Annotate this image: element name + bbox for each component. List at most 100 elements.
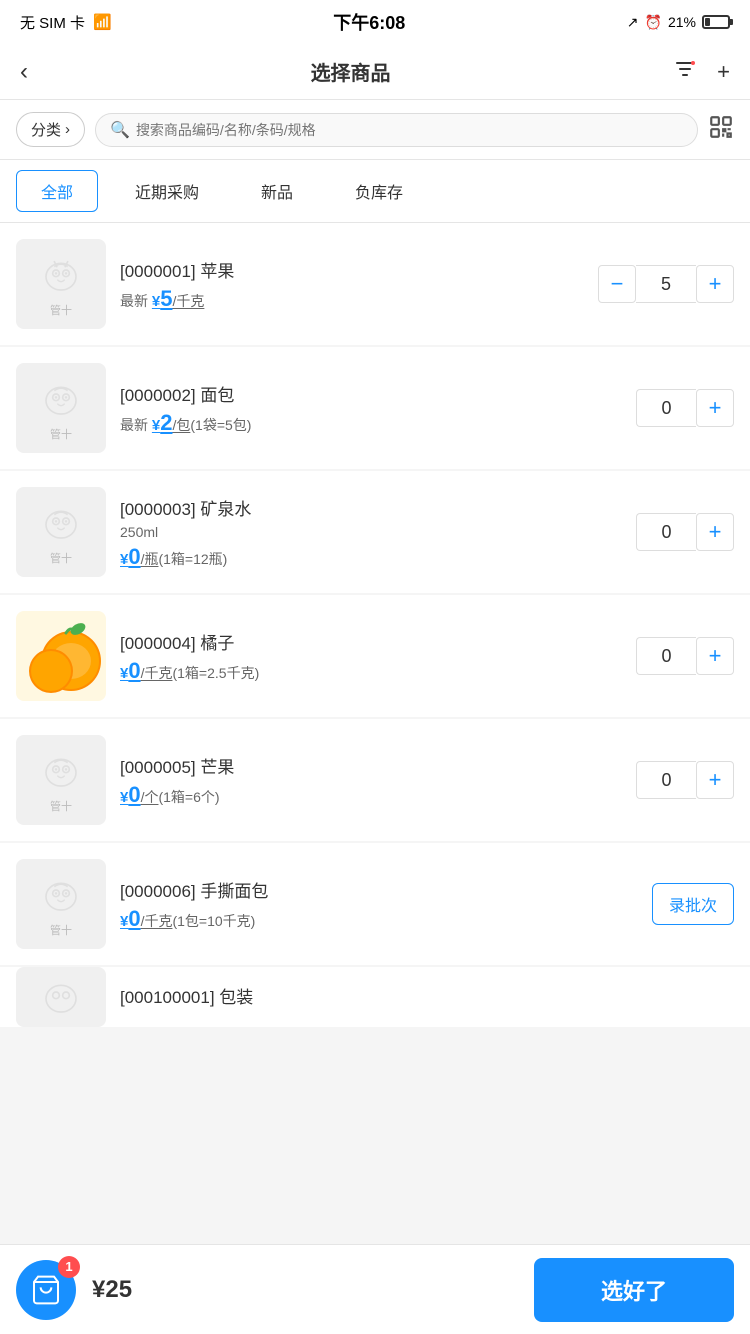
product-thumbnail — [16, 611, 106, 701]
batch-record-button[interactable]: 录批次 — [652, 883, 734, 925]
product-price: ¥0/千克(1箱=2.5千克) — [120, 658, 622, 684]
tab-new[interactable]: 新品 — [236, 170, 318, 212]
increase-button[interactable]: + — [696, 265, 734, 303]
product-info: [0000005] 芒果 ¥0/个(1箱=6个) — [120, 753, 622, 808]
product-thumbnail: 管十 — [16, 487, 106, 577]
product-info: [0000003] 矿泉水 250ml ¥0/瓶(1箱=12瓶) — [120, 495, 622, 570]
product-price: ¥0/瓶(1箱=12瓶) — [120, 544, 622, 570]
cart-icon — [30, 1274, 62, 1306]
scan-icon[interactable] — [708, 114, 734, 146]
list-item: 管十 [0000005] 芒果 ¥0/个(1箱=6个) + — [0, 719, 750, 841]
price-value: 0 — [128, 906, 140, 931]
search-icon: 🔍 — [110, 120, 130, 140]
price-detail: (1袋=5包) — [190, 417, 251, 433]
quantity-input[interactable] — [636, 513, 696, 551]
price-value: 2 — [160, 410, 172, 435]
product-price: 最新 ¥2/包(1袋=5包) — [120, 410, 622, 436]
tab-row: 全部 近期采购 新品 负库存 — [0, 160, 750, 223]
add-button[interactable]: + — [717, 59, 730, 85]
quantity-control: + — [636, 389, 734, 427]
list-item: 管十 [0000006] 手撕面包 ¥0/千克(1包=10千克) 录批次 — [0, 843, 750, 965]
cart-badge: 1 — [58, 1256, 80, 1278]
product-info: [0000004] 橘子 ¥0/千克(1箱=2.5千克) — [120, 629, 622, 684]
price-value: 0 — [128, 658, 140, 683]
product-thumbnail — [16, 967, 106, 1027]
product-price: ¥0/个(1箱=6个) — [120, 782, 622, 808]
page-title: 选择商品 — [311, 57, 391, 86]
price-prefix: 最新 — [120, 417, 148, 433]
price-detail: (1包=10千克) — [172, 913, 255, 929]
cart-button[interactable]: 1 — [16, 1260, 76, 1320]
product-info: [0000001] 苹果 最新 ¥5/千克 — [120, 257, 584, 312]
price-yen: ¥ — [152, 417, 160, 434]
price-detail: (1箱=6个) — [158, 789, 219, 805]
price-value: 0 — [128, 544, 140, 569]
nav-bar: ‹ 选择商品 + — [0, 44, 750, 100]
battery-icon — [702, 15, 730, 29]
price-detail: (1箱=2.5千克) — [172, 665, 259, 681]
price-detail: (1箱=12瓶) — [158, 551, 227, 567]
wifi-icon: 📶 — [93, 13, 112, 31]
list-item: [0000004] 橘子 ¥0/千克(1箱=2.5千克) + — [0, 595, 750, 717]
product-price: ¥0/千克(1包=10千克) — [120, 906, 638, 932]
price-unit: /个 — [141, 789, 159, 805]
tab-all[interactable]: 全部 — [16, 170, 98, 212]
increase-button[interactable]: + — [696, 513, 734, 551]
increase-button[interactable]: + — [696, 761, 734, 799]
decrease-button[interactable]: − — [598, 265, 636, 303]
product-name: [000100001] 包装 — [120, 983, 734, 1008]
status-left: 无 SIM 卡 📶 — [20, 12, 112, 33]
category-arrow: › — [65, 121, 70, 138]
quantity-input[interactable] — [636, 265, 696, 303]
product-thumbnail: 管十 — [16, 239, 106, 329]
product-thumbnail: 管十 — [16, 363, 106, 453]
price-prefix: 最新 — [120, 293, 148, 309]
list-item: [000100001] 包装 — [0, 967, 750, 1027]
nav-actions: + — [673, 57, 730, 87]
product-list: 管十 [0000001] 苹果 最新 ¥5/千克 − + — [0, 223, 750, 1129]
quantity-input[interactable] — [636, 761, 696, 799]
category-button[interactable]: 分类 › — [16, 112, 85, 147]
quantity-control: + — [636, 761, 734, 799]
product-name: [0000002] 面包 — [120, 381, 622, 406]
product-name: [0000003] 矿泉水 — [120, 495, 622, 520]
product-info: [000100001] 包装 — [120, 983, 734, 1012]
price-value: 0 — [128, 782, 140, 807]
increase-button[interactable]: + — [696, 637, 734, 675]
search-box[interactable]: 🔍 — [95, 113, 698, 147]
price-value: 5 — [160, 286, 172, 311]
product-info: [0000002] 面包 最新 ¥2/包(1袋=5包) — [120, 381, 622, 436]
product-spec: 250ml — [120, 524, 622, 540]
price-unit: /千克 — [141, 665, 173, 681]
product-name: [0000006] 手撕面包 — [120, 877, 638, 902]
price-unit: /千克 — [141, 913, 173, 929]
tab-negative[interactable]: 负库存 — [330, 170, 428, 212]
filter-icon[interactable] — [673, 57, 697, 87]
status-bar: 无 SIM 卡 📶 下午6:08 ↗ ⏰ 21% — [0, 0, 750, 44]
product-price: 最新 ¥5/千克 — [120, 286, 584, 312]
quantity-input[interactable] — [636, 389, 696, 427]
quantity-control: − + — [598, 265, 734, 303]
price-yen: ¥ — [152, 293, 160, 310]
back-button[interactable]: ‹ — [20, 58, 28, 86]
product-name: [0000001] 苹果 — [120, 257, 584, 282]
list-item: 管十 [0000003] 矿泉水 250ml ¥0/瓶(1箱=12瓶) + — [0, 471, 750, 593]
product-info: [0000006] 手撕面包 ¥0/千克(1包=10千克) — [120, 877, 638, 932]
bottom-bar: 1 ¥25 选好了 — [0, 1244, 750, 1334]
product-name: [0000004] 橘子 — [120, 629, 622, 654]
list-item: 管十 [0000001] 苹果 最新 ¥5/千克 − + — [0, 223, 750, 345]
tab-recent[interactable]: 近期采购 — [110, 170, 224, 212]
product-thumbnail: 管十 — [16, 859, 106, 949]
search-input[interactable] — [136, 122, 683, 138]
price-unit: /千克 — [172, 293, 204, 309]
filter-row: 分类 › 🔍 — [0, 100, 750, 160]
cart-total: ¥25 — [92, 1276, 132, 1304]
product-thumbnail: 管十 — [16, 735, 106, 825]
price-unit: /瓶 — [141, 551, 159, 567]
status-time: 下午6:08 — [333, 9, 405, 35]
cart-area: 1 ¥25 — [16, 1260, 534, 1320]
increase-button[interactable]: + — [696, 389, 734, 427]
confirm-button[interactable]: 选好了 — [534, 1258, 734, 1322]
quantity-control: + — [636, 513, 734, 551]
quantity-input[interactable] — [636, 637, 696, 675]
